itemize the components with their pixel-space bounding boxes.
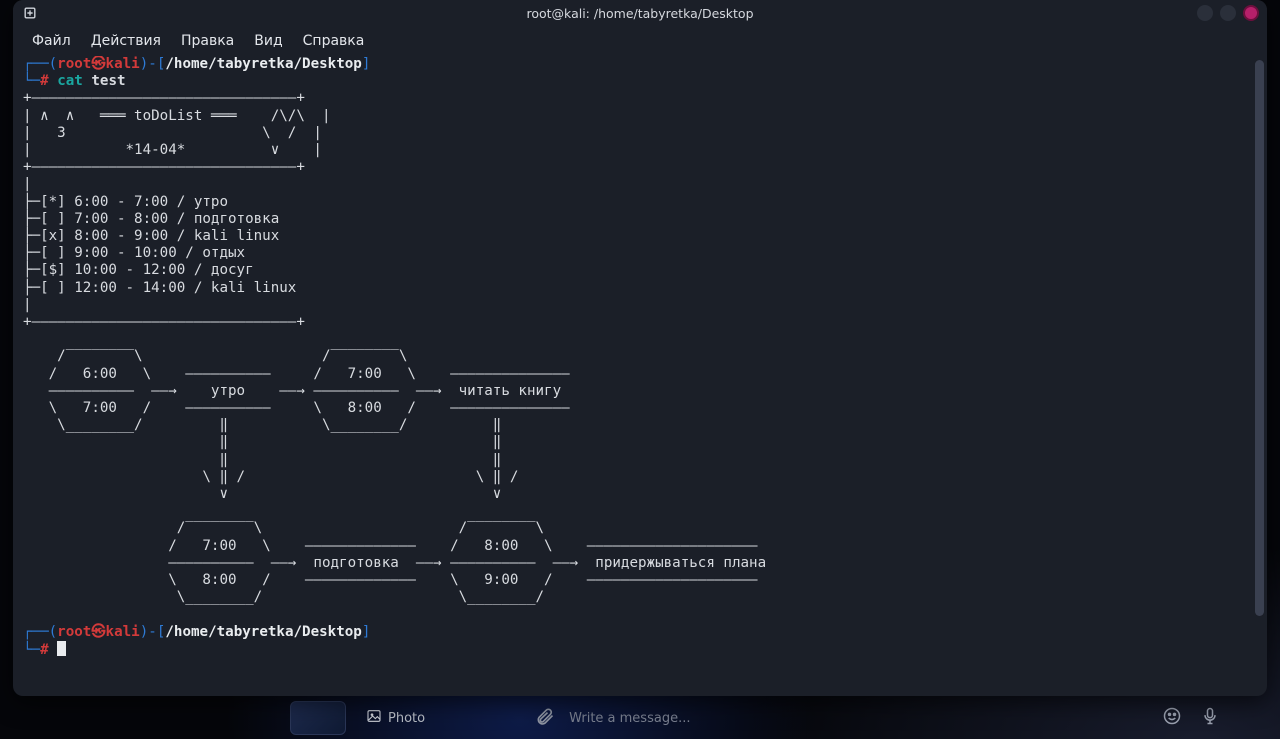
mic-icon[interactable] — [1200, 706, 1220, 730]
menu-file[interactable]: Файл — [23, 29, 80, 53]
file-output: +———————————————————————————————+ | ∧ ∧ … — [23, 90, 766, 605]
minimize-button[interactable] — [1197, 5, 1213, 21]
prompt-host: kali — [106, 56, 140, 72]
new-tab-button[interactable] — [21, 4, 39, 22]
menu-edit[interactable]: Правка — [172, 29, 243, 53]
terminal-output: ┌──(root㉿kali)-[/home/tabyretka/Desktop]… — [23, 56, 1257, 659]
window-controls — [1197, 5, 1259, 21]
maximize-button[interactable] — [1220, 5, 1236, 21]
prompt-path: /home/tabyretka/Desktop — [165, 56, 361, 72]
menu-help[interactable]: Справка — [294, 29, 374, 53]
scrollbar-thumb[interactable] — [1255, 60, 1264, 616]
prompt-close-user: )- — [140, 56, 157, 72]
prompt-at: ㉿ — [91, 56, 105, 72]
chat-photo-label[interactable]: Photo — [366, 708, 425, 728]
attach-icon[interactable] — [535, 706, 555, 730]
photo-text: Photo — [388, 711, 425, 726]
cmd-arg: test — [91, 73, 125, 89]
terminal-body[interactable]: ┌──(root㉿kali)-[/home/tabyretka/Desktop]… — [13, 56, 1267, 696]
prompt-hash: # — [40, 73, 49, 89]
close-button[interactable] — [1243, 5, 1259, 21]
chat-bar: Photo Write a message... — [290, 700, 1260, 736]
scrollbar[interactable] — [1255, 60, 1264, 692]
chat-input[interactable]: Write a message... — [569, 711, 690, 726]
cursor — [57, 641, 66, 656]
window-title: root@kali: /home/tabyretka/Desktop — [13, 6, 1267, 21]
prompt-path-close: ] — [362, 56, 371, 72]
titlebar: root@kali: /home/tabyretka/Desktop — [13, 0, 1267, 26]
emoji-icon[interactable] — [1162, 706, 1182, 730]
prompt-user: root — [57, 56, 91, 72]
chat-thumbnail[interactable] — [290, 701, 346, 735]
menu-view[interactable]: Вид — [245, 29, 291, 53]
terminal-window: root@kali: /home/tabyretka/Desktop Файл … — [13, 0, 1267, 696]
prompt-open: ┌──( — [23, 56, 57, 72]
image-icon — [366, 708, 382, 728]
menu-actions[interactable]: Действия — [82, 29, 170, 53]
menubar: Файл Действия Правка Вид Справка — [13, 26, 1267, 56]
prompt-line2: └─ — [23, 73, 40, 89]
cmd-cat: cat — [57, 73, 83, 89]
